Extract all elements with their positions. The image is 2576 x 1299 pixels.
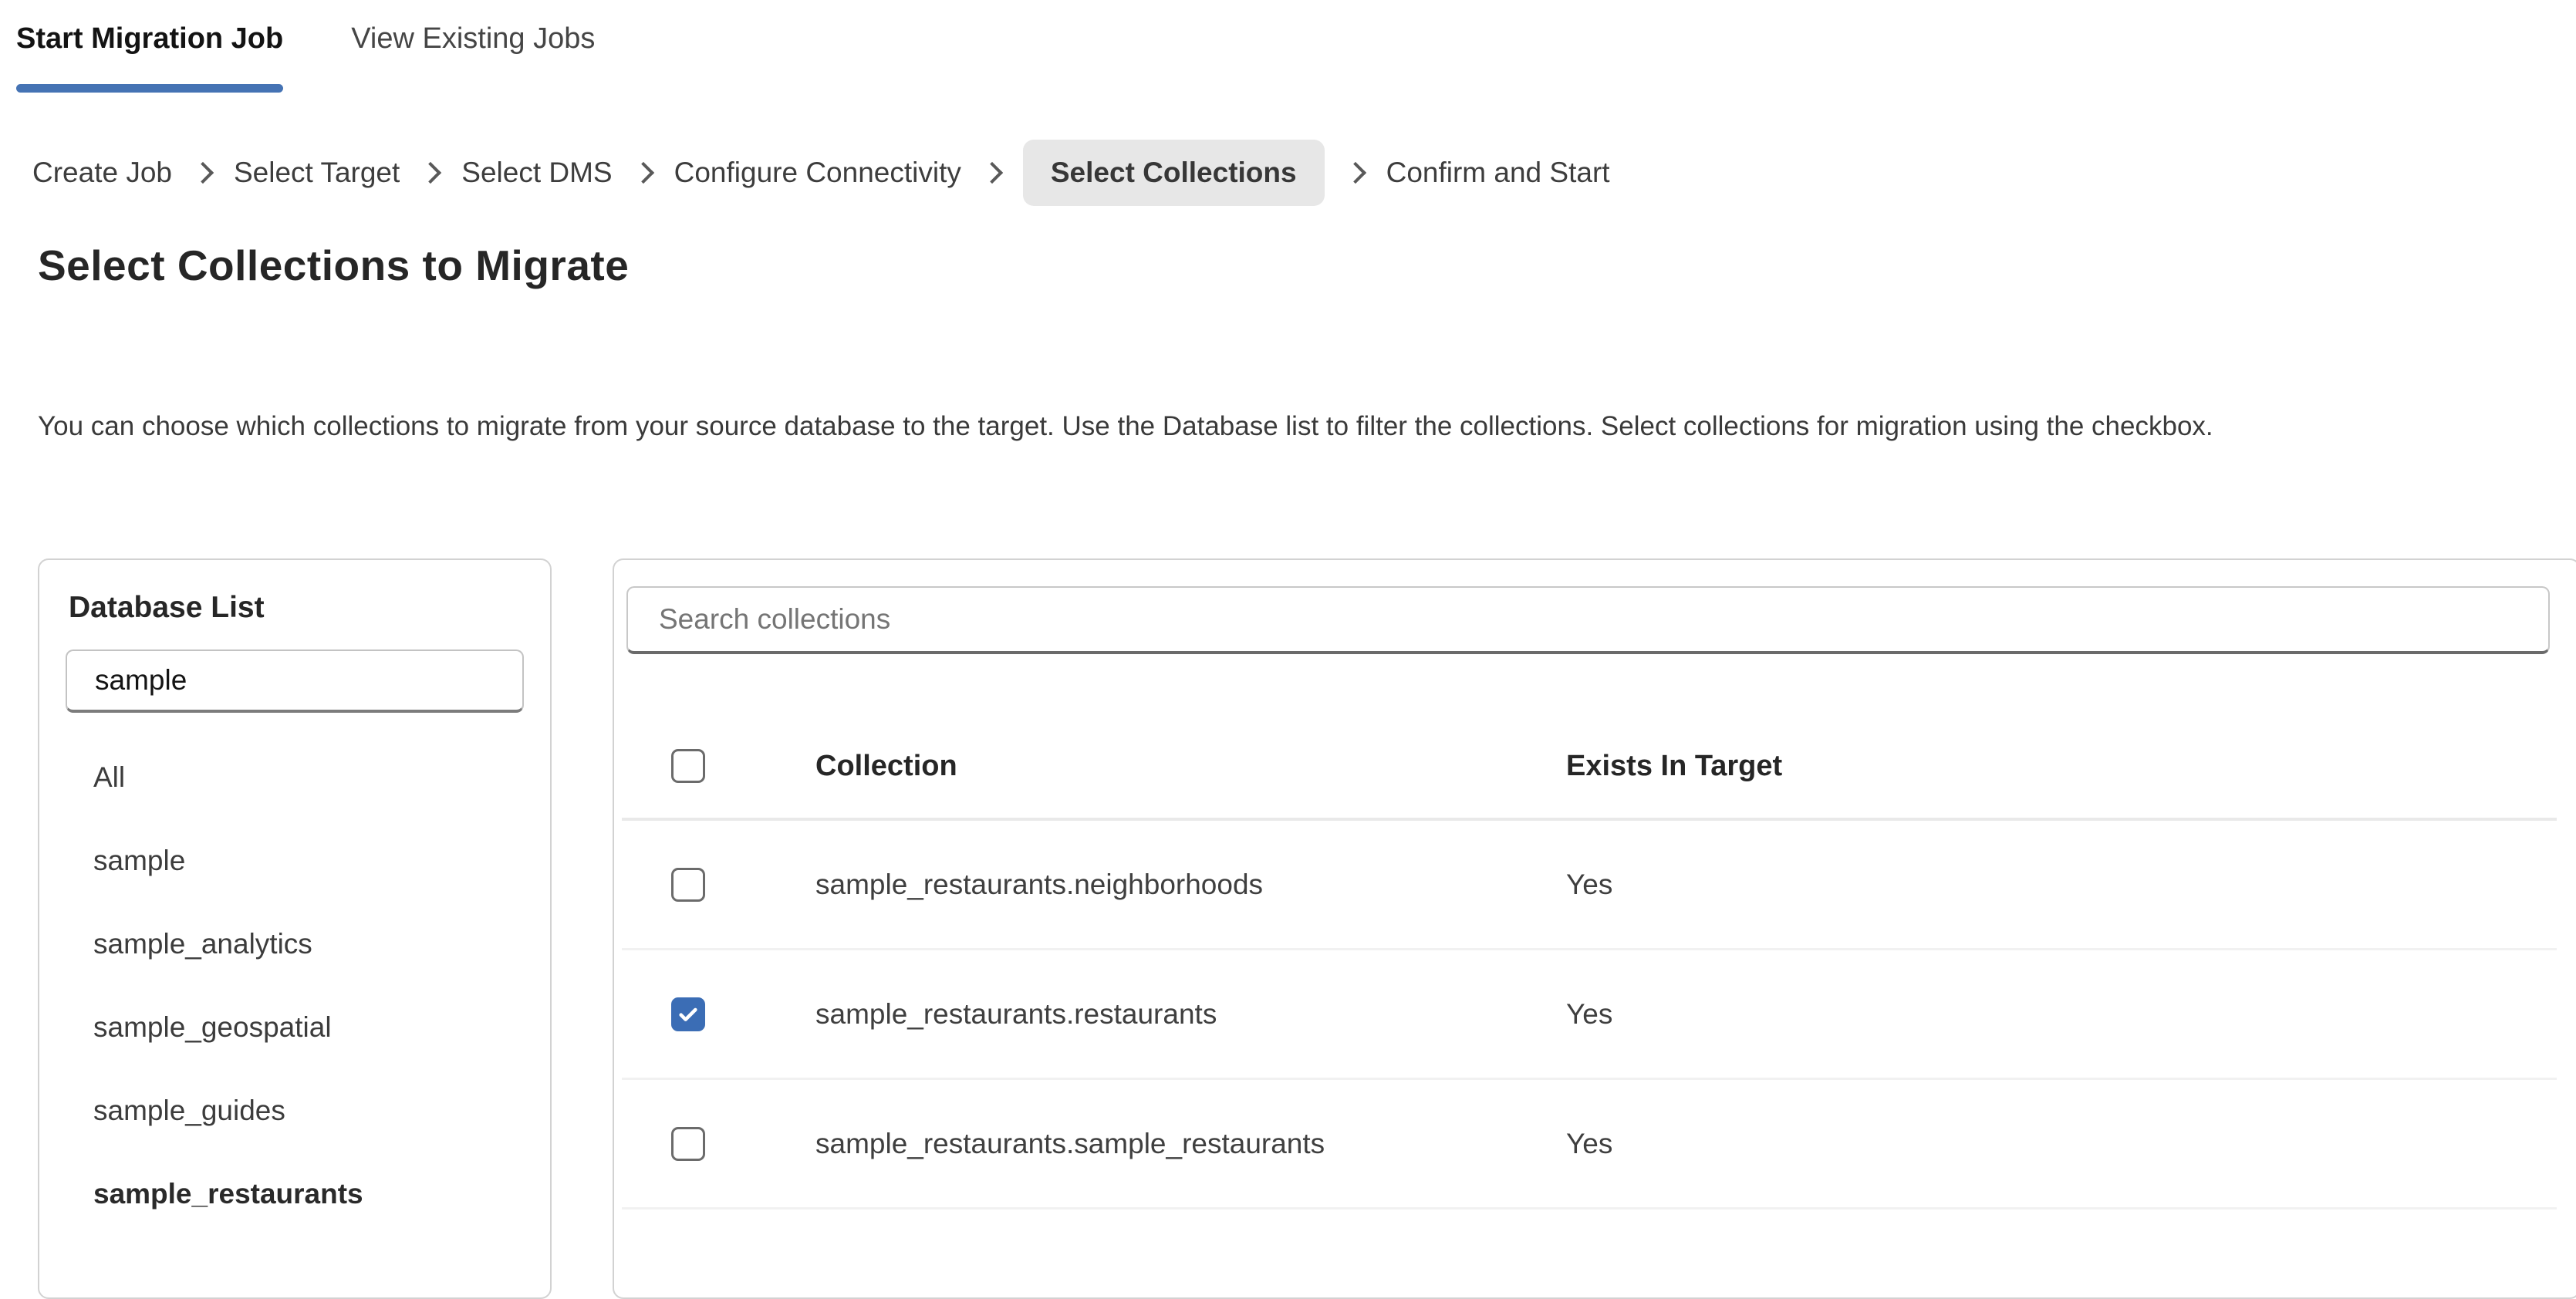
row-checkbox[interactable] [671,868,705,902]
exists-in-target-value: Yes [1566,869,2557,901]
collection-name: sample_restaurants.restaurants [815,998,1566,1031]
database-item-sample-geospatial[interactable]: sample_geospatial [66,986,524,1069]
chevron-right-icon [981,162,1003,184]
select-all-checkbox[interactable] [671,749,705,783]
breadcrumb-item-configure-connectivity[interactable]: Configure Connectivity [674,157,961,189]
page-title: Select Collections to Migrate [38,241,629,290]
breadcrumb-item-select-dms[interactable]: Select DMS [461,157,612,189]
database-item-sample-restaurants[interactable]: sample_restaurants [66,1152,524,1236]
collection-name: sample_restaurants.sample_restaurants [815,1128,1566,1160]
row-checkbox[interactable] [671,1127,705,1161]
exists-in-target-value: Yes [1566,1128,2557,1160]
database-list: All sample sample_analytics sample_geosp… [66,736,524,1236]
breadcrumb-item-select-target[interactable]: Select Target [234,157,400,189]
database-item-sample-analytics[interactable]: sample_analytics [66,903,524,986]
chevron-right-icon [632,162,653,184]
database-filter-input[interactable] [66,650,524,713]
table-row: sample_restaurants.sample_restaurants Ye… [622,1080,2557,1210]
database-list-panel: Database List All sample sample_analytic… [38,558,552,1299]
exists-in-target-value: Yes [1566,998,2557,1031]
table-row: sample_restaurants.neighborhoods Yes [622,821,2557,950]
collections-table: Collection Exists In Target sample_resta… [622,714,2557,1210]
top-tab-bar: Start Migration Job View Existing Jobs [16,19,595,93]
collections-panel: Collection Exists In Target sample_resta… [613,558,2576,1299]
column-header-collection: Collection [815,750,1566,783]
database-item-all[interactable]: All [66,736,524,819]
table-row: sample_restaurants.restaurants Yes [622,950,2557,1080]
chevron-right-icon [1344,162,1366,184]
tab-view-existing-jobs[interactable]: View Existing Jobs [351,19,595,93]
active-tab-underline [16,84,283,93]
table-header-row: Collection Exists In Target [622,714,2557,821]
tab-start-migration-job[interactable]: Start Migration Job [16,19,283,93]
database-item-sample-guides[interactable]: sample_guides [66,1069,524,1152]
breadcrumb: Create Job Select Target Select DMS Conf… [32,137,1610,208]
collection-name: sample_restaurants.neighborhoods [815,869,1566,901]
breadcrumb-item-select-collections[interactable]: Select Collections [1023,140,1325,206]
page-description: You can choose which collections to migr… [38,403,2503,449]
chevron-right-icon [192,162,214,184]
breadcrumb-item-create-job[interactable]: Create Job [32,157,172,189]
row-checkbox[interactable] [671,997,705,1031]
database-list-title: Database List [69,591,524,625]
database-item-sample[interactable]: sample [66,819,524,903]
chevron-right-icon [420,162,441,184]
collections-search-input[interactable] [626,586,2550,654]
checkmark-icon [676,1002,701,1027]
breadcrumb-item-confirm-and-start[interactable]: Confirm and Start [1386,157,1610,189]
column-header-exists-in-target: Exists In Target [1566,750,2557,783]
tab-start-migration-job-label: Start Migration Job [16,19,283,59]
tab-view-existing-jobs-label: View Existing Jobs [351,19,595,59]
content-panels: Database List All sample sample_analytic… [38,558,2576,1299]
